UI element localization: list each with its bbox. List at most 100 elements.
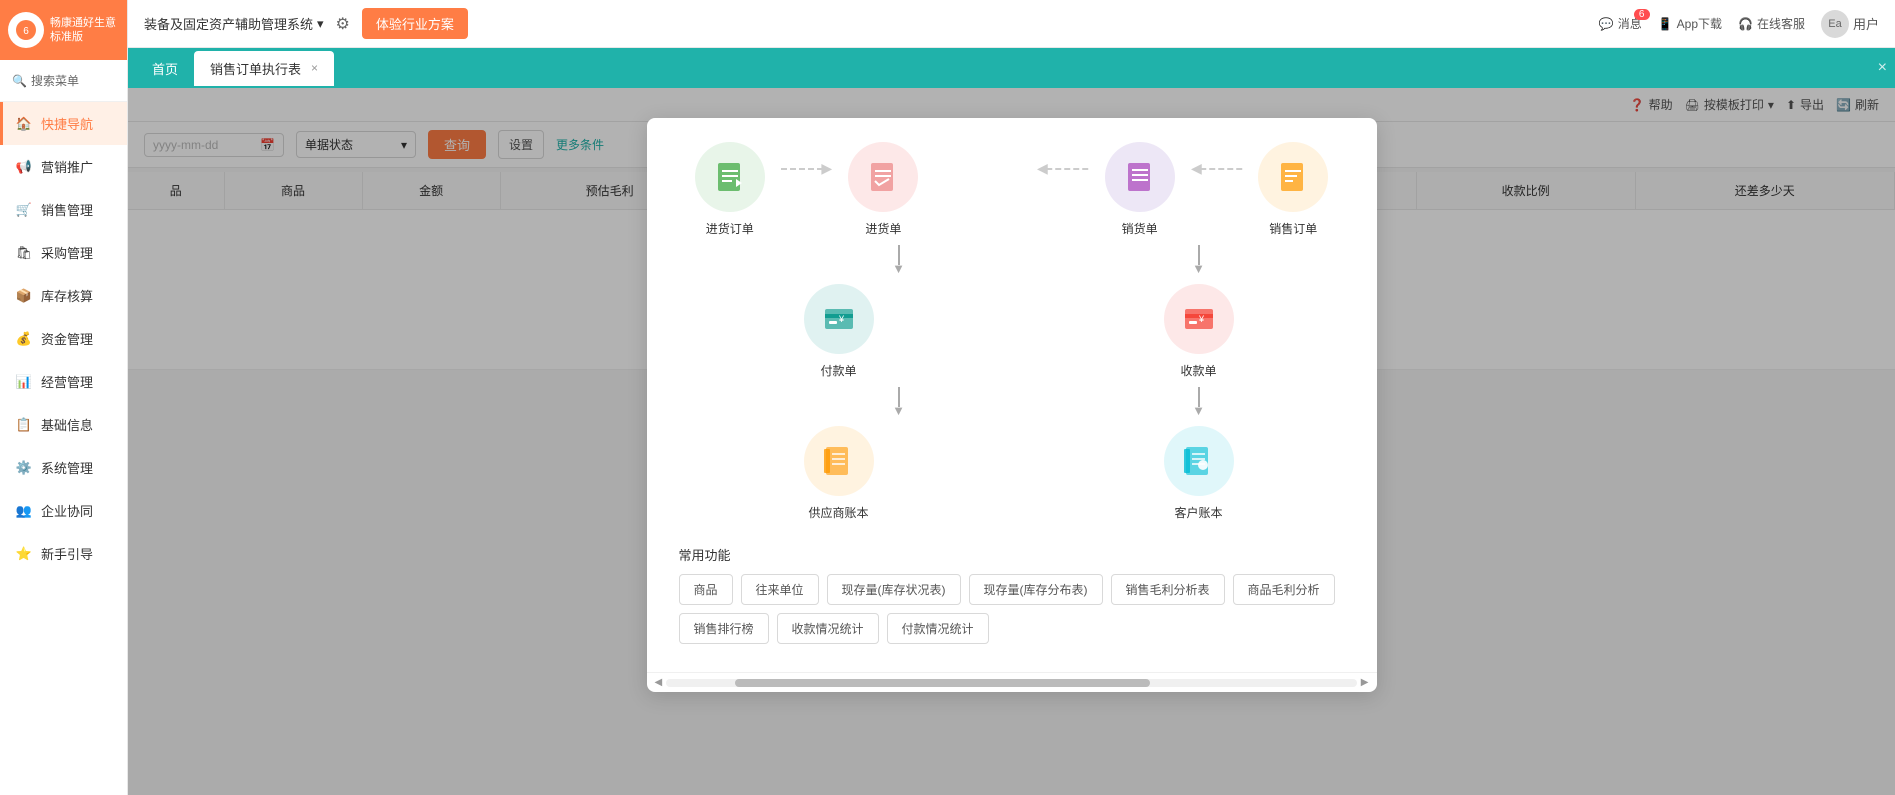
sidebar-item-inventory[interactable]: 📦 库存核算 bbox=[0, 274, 127, 317]
arrow-purchase-order-to-bill: ▶ bbox=[781, 160, 832, 177]
download-icon: 📱 bbox=[1658, 17, 1673, 31]
sidebar-item-sales[interactable]: 🛒 销售管理 bbox=[0, 188, 127, 231]
arrow-down-purchase: ▼ bbox=[839, 245, 959, 276]
system-selector[interactable]: 装备及固定资产辅助管理系统 ▾ bbox=[144, 14, 324, 33]
chart-icon: 📊 bbox=[15, 373, 33, 391]
home-icon: 🏠 bbox=[15, 115, 33, 133]
arrow-down-payment: ▼ bbox=[839, 387, 959, 418]
sidebar-item-purchase[interactable]: 🛍 采购管理 bbox=[0, 231, 127, 274]
func-btn-sales-rank[interactable]: 销售排行榜 bbox=[679, 613, 769, 644]
tab-sales-order-exec[interactable]: 销售订单执行表 × bbox=[194, 51, 334, 86]
sidebar-item-system[interactable]: ⚙️ 系统管理 bbox=[0, 446, 127, 489]
func-btn-stock-status[interactable]: 现存量(库存状况表) bbox=[827, 574, 961, 605]
flow-node-purchase-bill: 进货单 bbox=[832, 142, 934, 237]
nav-label-operation: 经营管理 bbox=[41, 372, 93, 391]
svg-text:¥: ¥ bbox=[1198, 314, 1205, 324]
settings-icon[interactable]: ⚙ bbox=[336, 14, 350, 34]
flow-row-arrows2: ▼ ▼ bbox=[679, 387, 1345, 418]
search-icon: 🔍 bbox=[12, 74, 27, 88]
func-buttons-row2: 销售排行榜 收款情况统计 付款情况统计 bbox=[679, 613, 1345, 644]
search-menu-button[interactable]: 🔍 搜索菜单 bbox=[8, 68, 119, 93]
arrow-down-receipt: ▼ bbox=[1139, 387, 1259, 418]
nav-label-system: 系统管理 bbox=[41, 458, 93, 477]
sidebar-item-basic[interactable]: 📋 基础信息 bbox=[0, 403, 127, 446]
nav-label-enterprise: 企业协同 bbox=[41, 501, 93, 520]
topbar: 装备及固定资产辅助管理系统 ▾ ⚙ 体验行业方案 💬 消息 6 📱 App下载 … bbox=[128, 0, 1895, 48]
nav-label-quick-nav: 快捷导航 bbox=[41, 114, 93, 133]
search-menu-label: 搜索菜单 bbox=[31, 72, 79, 89]
customer-ledger-icon bbox=[1164, 426, 1234, 496]
logo-name: 畅康通好生意 bbox=[50, 16, 116, 30]
service-icon: 🎧 bbox=[1738, 17, 1753, 31]
user-menu[interactable]: Ea 用户 bbox=[1821, 10, 1879, 38]
sales-order-label: 销售订单 bbox=[1269, 220, 1317, 237]
user-name: 用户 bbox=[1853, 14, 1879, 33]
nav-label-finance: 资金管理 bbox=[41, 329, 93, 348]
sales-order-icon bbox=[1258, 142, 1328, 212]
cart-icon: 🛒 bbox=[15, 201, 33, 219]
app-download-label: App下载 bbox=[1677, 15, 1722, 32]
online-service-label: 在线客服 bbox=[1757, 15, 1805, 32]
sidebar-item-operation[interactable]: 📊 经营管理 bbox=[0, 360, 127, 403]
flow-diagram: 进货订单 ▶ bbox=[679, 142, 1345, 521]
list-icon: 📋 bbox=[15, 416, 33, 434]
common-funcs-title: 常用功能 bbox=[679, 545, 1345, 564]
svg-text:¥: ¥ bbox=[838, 314, 845, 324]
megaphone-icon: 📢 bbox=[15, 158, 33, 176]
purchase-order-icon bbox=[695, 142, 765, 212]
sidebar-search-area: 🔍 搜索菜单 bbox=[0, 60, 127, 102]
app-download-button[interactable]: 📱 App下载 bbox=[1658, 15, 1722, 32]
arrow-sales-order-to-bill: ▶ bbox=[1037, 160, 1088, 177]
message-button[interactable]: 💬 消息 6 bbox=[1599, 15, 1642, 32]
nav-label-guide: 新手引导 bbox=[41, 544, 93, 563]
avatar: Ea bbox=[1821, 10, 1849, 38]
receipt-label: 收款单 bbox=[1180, 362, 1216, 379]
arrow-down-sales: ▼ bbox=[1139, 245, 1259, 276]
sidebar-item-marketing[interactable]: 📢 营销推广 bbox=[0, 145, 127, 188]
func-btn-receipt-stats[interactable]: 收款情况统计 bbox=[777, 613, 879, 644]
sidebar-item-guide[interactable]: ⭐ 新手引导 bbox=[0, 532, 127, 575]
flow-row-2: ¥ 付款单 bbox=[679, 284, 1345, 379]
tab-close-icon[interactable]: × bbox=[311, 61, 318, 75]
star-icon: ⭐ bbox=[15, 545, 33, 563]
flow-row-1: 进货订单 ▶ bbox=[679, 142, 1345, 237]
func-btn-product[interactable]: 商品 bbox=[679, 574, 733, 605]
logo-icon: 6 bbox=[8, 12, 44, 48]
func-btn-sales-profit[interactable]: 销售毛利分析表 bbox=[1111, 574, 1225, 605]
sidebar-nav: 🏠 快捷导航 📢 营销推广 🛒 销售管理 🛍 采购管理 📦 库存核算 💰 bbox=[0, 102, 127, 795]
flow-row-3: 供应商账本 bbox=[679, 426, 1345, 521]
func-btn-partners[interactable]: 往来单位 bbox=[741, 574, 819, 605]
supplier-ledger-label: 供应商账本 bbox=[808, 504, 868, 521]
avatar-initials: Ea bbox=[1828, 18, 1841, 30]
sidebar-item-finance[interactable]: 💰 资金管理 bbox=[0, 317, 127, 360]
money-icon: 💰 bbox=[15, 330, 33, 348]
scrollbar-track bbox=[666, 679, 1357, 687]
topbar-right: 💬 消息 6 📱 App下载 🎧 在线客服 Ea 用户 bbox=[1599, 10, 1879, 38]
people-icon: 👥 bbox=[15, 502, 33, 520]
tab-home-label: 首页 bbox=[152, 59, 178, 78]
scrollbar-thumb[interactable] bbox=[735, 679, 1149, 687]
purchase-bill-label: 进货单 bbox=[865, 220, 901, 237]
modal-overlay[interactable]: 进货订单 ▶ bbox=[128, 88, 1895, 795]
scrollbar-right-arrow[interactable]: ▶ bbox=[1361, 677, 1369, 688]
nav-label-inventory: 库存核算 bbox=[41, 286, 93, 305]
flow-node-sales-bill: 销货单 bbox=[1088, 142, 1190, 237]
tab-home[interactable]: 首页 bbox=[136, 51, 194, 86]
common-funcs: 常用功能 商品 往来单位 现存量(库存状况表) 现存量(库存分布表) 销售毛利分… bbox=[679, 545, 1345, 644]
func-btn-product-profit[interactable]: 商品毛利分析 bbox=[1233, 574, 1335, 605]
scrollbar-left-arrow[interactable]: ◀ bbox=[655, 677, 663, 688]
online-service-button[interactable]: 🎧 在线客服 bbox=[1738, 15, 1805, 32]
flow-node-supplier-ledger: 供应商账本 bbox=[779, 426, 899, 521]
sidebar-item-enterprise[interactable]: 👥 企业协同 bbox=[0, 489, 127, 532]
flow-node-purchase-order: 进货订单 bbox=[678, 142, 780, 237]
purchase-order-label: 进货订单 bbox=[706, 220, 754, 237]
main-content: 装备及固定资产辅助管理系统 ▾ ⚙ 体验行业方案 💬 消息 6 📱 App下载 … bbox=[128, 0, 1895, 795]
flow-node-payment: ¥ 付款单 bbox=[779, 284, 899, 379]
trial-button[interactable]: 体验行业方案 bbox=[362, 8, 468, 39]
func-btn-stock-dist[interactable]: 现存量(库存分布表) bbox=[969, 574, 1103, 605]
func-btn-payment-stats[interactable]: 付款情况统计 bbox=[887, 613, 989, 644]
close-all-tabs[interactable]: × bbox=[1878, 59, 1887, 77]
sidebar-item-quick-nav[interactable]: 🏠 快捷导航 bbox=[0, 102, 127, 145]
flow-row-arrows: ▼ ▼ bbox=[679, 245, 1345, 276]
flow-node-sales-order: 销售订单 bbox=[1242, 142, 1344, 237]
